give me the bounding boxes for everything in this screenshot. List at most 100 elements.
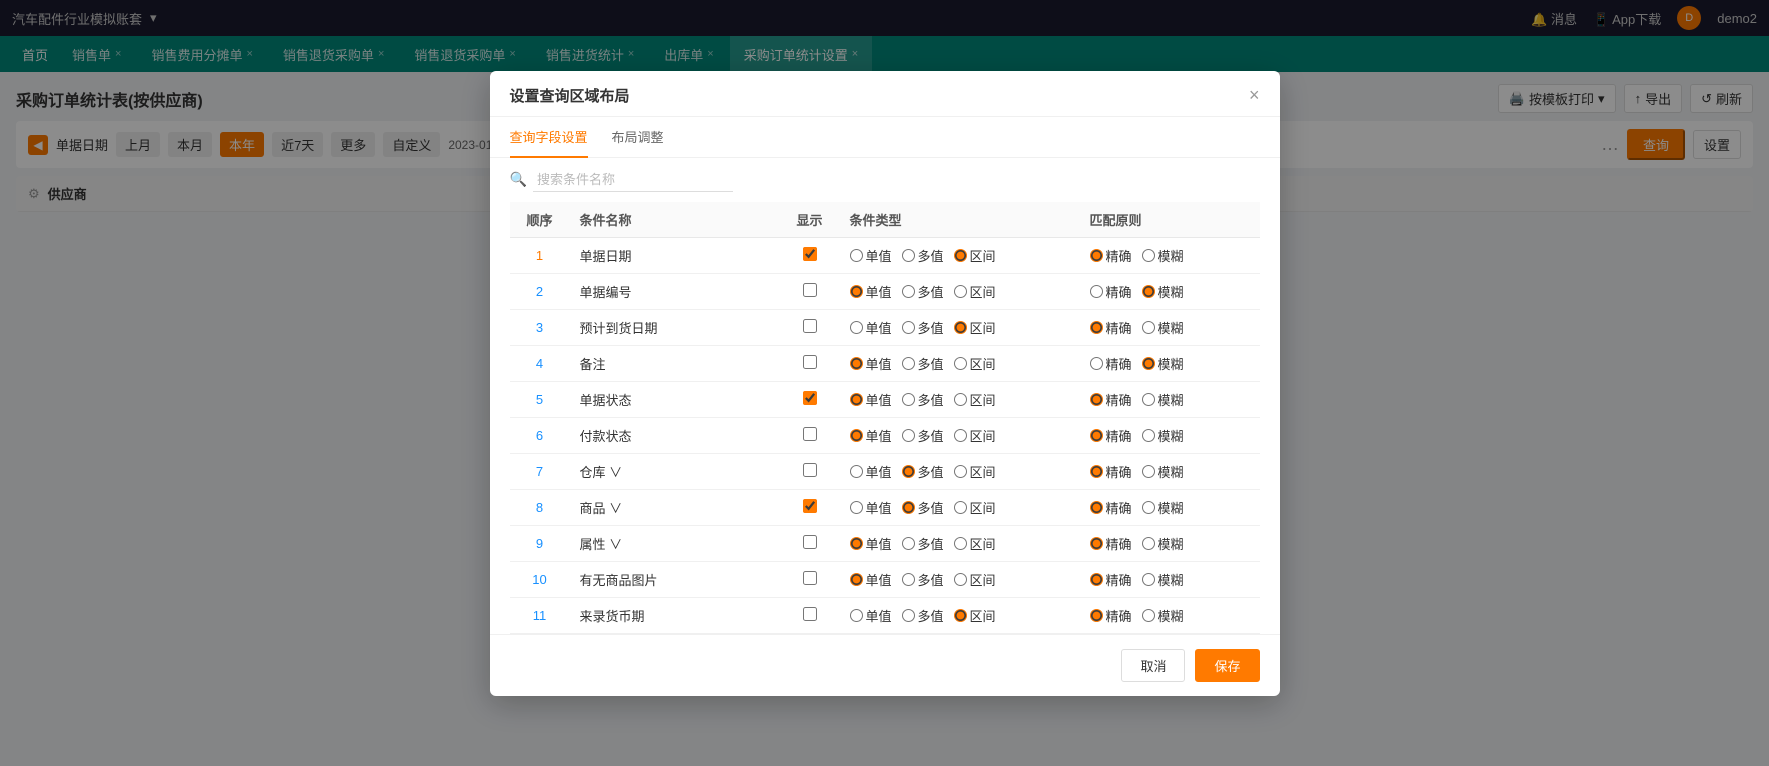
- show-checkbox[interactable]: [803, 355, 817, 369]
- modal-table-wrap: 顺序 条件名称 显示 条件类型 匹配原则 1单据日期单值多值区间精确模糊2单据编…: [490, 202, 1280, 634]
- modal-footer: 取消 保存: [490, 634, 1280, 696]
- row-order: 3: [510, 309, 570, 345]
- type-radio-single[interactable]: 单值: [850, 426, 892, 445]
- cancel-button[interactable]: 取消: [1121, 649, 1185, 682]
- type-radio-single[interactable]: 单值: [850, 246, 892, 265]
- show-checkbox[interactable]: [803, 463, 817, 477]
- modal-tab-query[interactable]: 查询字段设置: [510, 117, 588, 158]
- type-radio-single[interactable]: 单值: [850, 534, 892, 553]
- row-show-cell: [780, 309, 840, 345]
- match-radio-exact[interactable]: 精确: [1090, 390, 1132, 409]
- match-radio-exact[interactable]: 精确: [1090, 318, 1132, 337]
- match-radio-exact[interactable]: 精确: [1090, 498, 1132, 517]
- show-checkbox[interactable]: [803, 427, 817, 441]
- type-radio-range[interactable]: 区间: [954, 354, 996, 373]
- type-radio-range[interactable]: 区间: [954, 246, 996, 265]
- match-radio-exact[interactable]: 精确: [1090, 246, 1132, 265]
- type-radio-range[interactable]: 区间: [954, 534, 996, 553]
- type-radio-multi[interactable]: 多值: [902, 246, 944, 265]
- type-radio-multi[interactable]: 多值: [902, 426, 944, 445]
- row-show-cell: [780, 597, 840, 633]
- show-checkbox[interactable]: [803, 607, 817, 621]
- type-radio-single[interactable]: 单值: [850, 354, 892, 373]
- match-radio-fuzzy[interactable]: 模糊: [1142, 606, 1184, 625]
- type-radio-multi[interactable]: 多值: [902, 498, 944, 517]
- type-radio-single[interactable]: 单值: [850, 606, 892, 625]
- type-radio-single[interactable]: 单值: [850, 390, 892, 409]
- search-input[interactable]: [533, 168, 733, 192]
- type-radio-multi[interactable]: 多值: [902, 354, 944, 373]
- type-radio-multi[interactable]: 多值: [902, 462, 944, 481]
- type-radio-range[interactable]: 区间: [954, 318, 996, 337]
- type-radio-range[interactable]: 区间: [954, 462, 996, 481]
- match-radio-fuzzy[interactable]: 模糊: [1142, 246, 1184, 265]
- table-row: 2单据编号单值多值区间精确模糊: [510, 273, 1260, 309]
- match-radio-exact[interactable]: 精确: [1090, 282, 1132, 301]
- modal-tab-layout[interactable]: 布局调整: [612, 117, 664, 158]
- match-radio-fuzzy[interactable]: 模糊: [1142, 282, 1184, 301]
- type-radio-range[interactable]: 区间: [954, 426, 996, 445]
- type-radio-single[interactable]: 单值: [850, 498, 892, 517]
- type-radio-multi[interactable]: 多值: [902, 606, 944, 625]
- type-radio-range[interactable]: 区间: [954, 606, 996, 625]
- match-radio-fuzzy[interactable]: 模糊: [1142, 318, 1184, 337]
- row-type-cell: 单值多值区间: [840, 597, 1080, 633]
- type-radio-range[interactable]: 区间: [954, 498, 996, 517]
- match-radio-fuzzy[interactable]: 模糊: [1142, 498, 1184, 517]
- table-row: 1单据日期单值多值区间精确模糊: [510, 237, 1260, 273]
- type-radio-multi[interactable]: 多值: [902, 390, 944, 409]
- type-radio-single[interactable]: 单值: [850, 462, 892, 481]
- match-radio-fuzzy[interactable]: 模糊: [1142, 570, 1184, 589]
- type-radio-multi[interactable]: 多值: [902, 534, 944, 553]
- match-radio-exact[interactable]: 精确: [1090, 354, 1132, 373]
- match-radio-exact[interactable]: 精确: [1090, 606, 1132, 625]
- show-checkbox[interactable]: [803, 247, 817, 261]
- show-checkbox[interactable]: [803, 499, 817, 513]
- type-radio-multi[interactable]: 多值: [902, 570, 944, 589]
- row-condition-name: 备注: [570, 345, 780, 381]
- type-radio-range[interactable]: 区间: [954, 390, 996, 409]
- table-row: 5单据状态单值多值区间精确模糊: [510, 381, 1260, 417]
- match-radio-fuzzy[interactable]: 模糊: [1142, 462, 1184, 481]
- type-radio-range[interactable]: 区间: [954, 282, 996, 301]
- row-show-cell: [780, 345, 840, 381]
- match-radio-exact[interactable]: 精确: [1090, 534, 1132, 553]
- row-show-cell: [780, 489, 840, 525]
- type-radio-single[interactable]: 单值: [850, 570, 892, 589]
- modal-close-button[interactable]: ×: [1249, 86, 1260, 104]
- type-radio-range[interactable]: 区间: [954, 570, 996, 589]
- modal-search-area: 🔍: [490, 158, 1280, 202]
- match-radio-exact[interactable]: 精确: [1090, 570, 1132, 589]
- save-button[interactable]: 保存: [1195, 649, 1259, 682]
- row-condition-name: 商品 ∨: [570, 489, 780, 525]
- match-radio-fuzzy[interactable]: 模糊: [1142, 426, 1184, 445]
- col-match: 匹配原则: [1080, 202, 1260, 238]
- match-radio-fuzzy[interactable]: 模糊: [1142, 390, 1184, 409]
- show-checkbox[interactable]: [803, 535, 817, 549]
- row-match-cell: 精确模糊: [1080, 525, 1260, 561]
- type-radio-multi[interactable]: 多值: [902, 318, 944, 337]
- row-show-cell: [780, 417, 840, 453]
- row-condition-name: 单据编号: [570, 273, 780, 309]
- type-radio-multi[interactable]: 多值: [902, 282, 944, 301]
- col-show: 显示: [780, 202, 840, 238]
- match-radio-exact[interactable]: 精确: [1090, 426, 1132, 445]
- show-checkbox[interactable]: [803, 283, 817, 297]
- match-radio-fuzzy[interactable]: 模糊: [1142, 534, 1184, 553]
- table-row: 6付款状态单值多值区间精确模糊: [510, 417, 1260, 453]
- type-radio-single[interactable]: 单值: [850, 318, 892, 337]
- row-order: 8: [510, 489, 570, 525]
- show-checkbox[interactable]: [803, 391, 817, 405]
- show-checkbox[interactable]: [803, 571, 817, 585]
- type-radio-single[interactable]: 单值: [850, 282, 892, 301]
- row-condition-name: 付款状态: [570, 417, 780, 453]
- match-radio-exact[interactable]: 精确: [1090, 462, 1132, 481]
- row-condition-name: 有无商品图片: [570, 561, 780, 597]
- row-match-cell: 精确模糊: [1080, 417, 1260, 453]
- row-condition-name: 单据状态: [570, 381, 780, 417]
- match-radio-fuzzy[interactable]: 模糊: [1142, 354, 1184, 373]
- table-row: 8商品 ∨ 单值多值区间 精确模糊: [510, 489, 1260, 525]
- modal-header: 设置查询区域布局 ×: [490, 71, 1280, 117]
- col-order: 顺序: [510, 202, 570, 238]
- show-checkbox[interactable]: [803, 319, 817, 333]
